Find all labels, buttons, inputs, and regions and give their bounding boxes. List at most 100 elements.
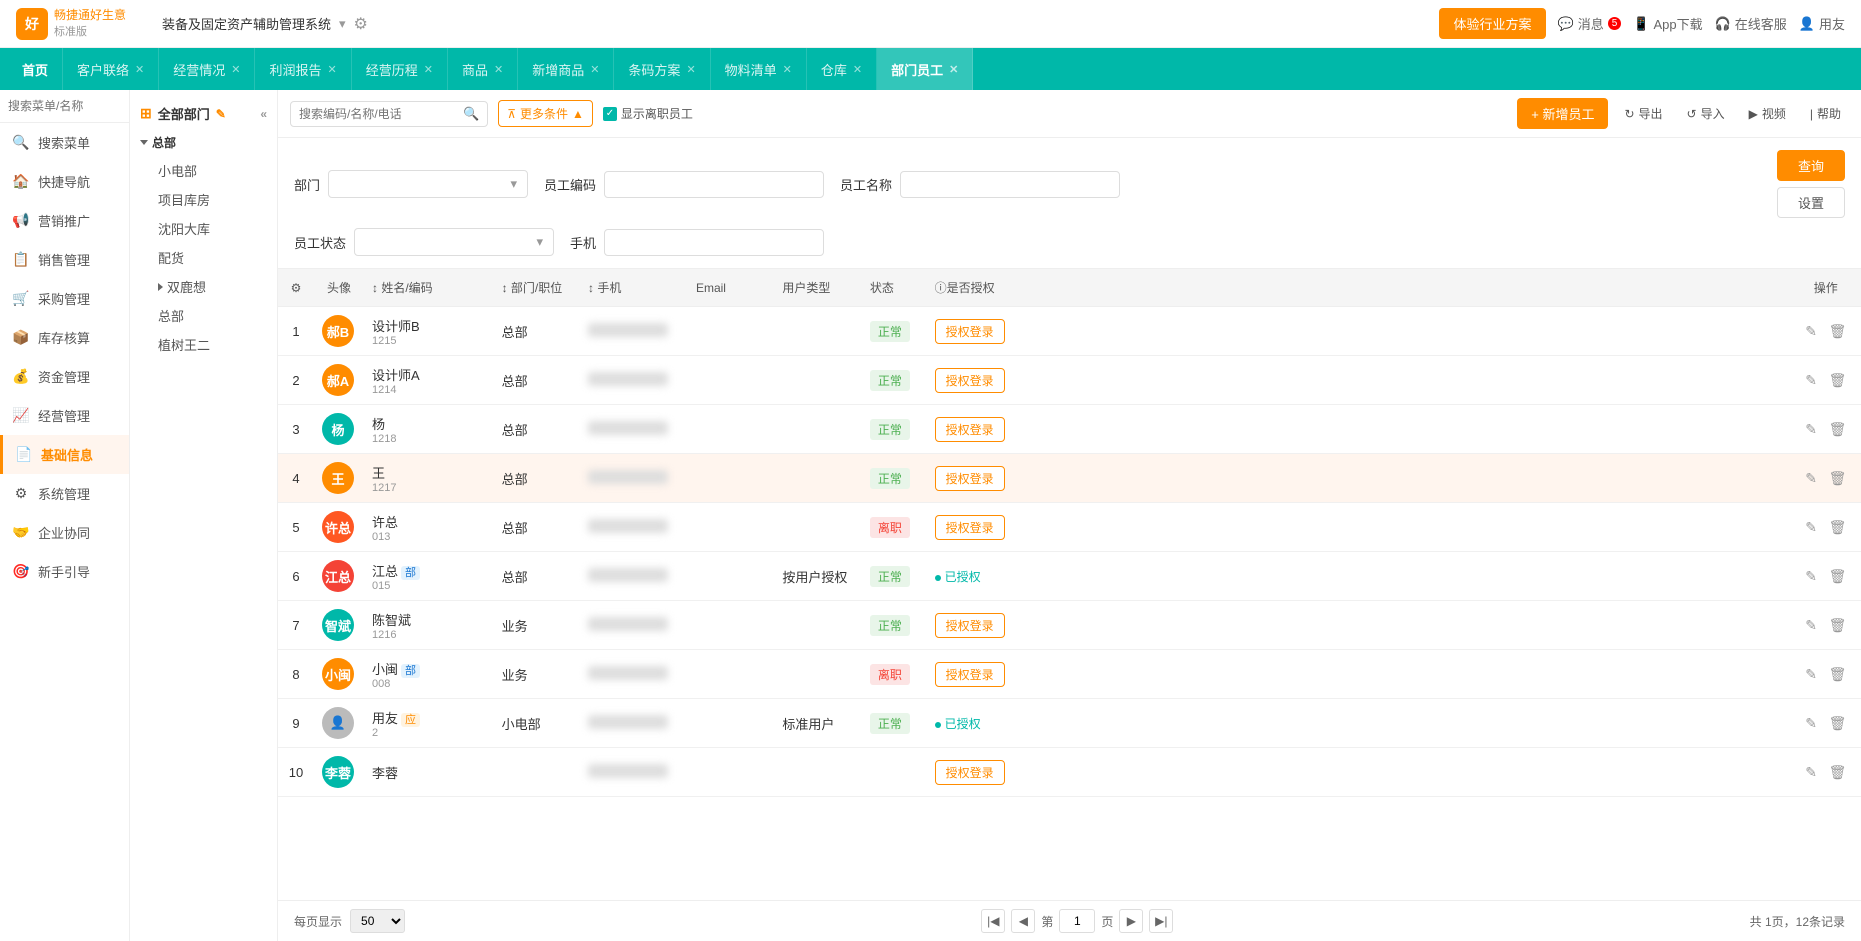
- add-employee-button[interactable]: + 新增员工: [1517, 98, 1608, 129]
- next-page-btn[interactable]: ▶: [1119, 909, 1143, 933]
- delete-btn[interactable]: 🗑: [1825, 713, 1851, 733]
- tab-close-icon[interactable]: ✕: [949, 63, 958, 76]
- sidebar-item-collab[interactable]: 🤝 企业协同: [0, 513, 129, 552]
- dept-item-project[interactable]: 项目库房: [158, 185, 277, 214]
- edit-btn[interactable]: ✎: [1801, 615, 1821, 635]
- sidebar-item-sales[interactable]: 📋 销售管理: [0, 240, 129, 279]
- dept-item-shuanglu[interactable]: 双鹿想: [158, 272, 277, 301]
- auth-login-btn[interactable]: 授权登录: [935, 515, 1005, 540]
- dept-item-peihuo[interactable]: 配货: [158, 243, 277, 272]
- edit-btn[interactable]: ✎: [1801, 566, 1821, 586]
- col-dept[interactable]: ↕ 部门/职位: [494, 269, 580, 307]
- delete-btn[interactable]: 🗑: [1825, 370, 1851, 390]
- delete-btn[interactable]: 🗑: [1825, 321, 1851, 341]
- sidebar-item-system[interactable]: ⚙ 系统管理: [0, 474, 129, 513]
- tab-dept-employee[interactable]: 部门员工 ✕: [877, 48, 973, 90]
- delete-btn[interactable]: 🗑: [1825, 615, 1851, 635]
- sidebar-item-purchase[interactable]: 🛒 采购管理: [0, 279, 129, 318]
- help-btn[interactable]: | 帮助: [1802, 101, 1849, 126]
- delete-btn[interactable]: 🗑: [1825, 468, 1851, 488]
- delete-btn[interactable]: 🗑: [1825, 566, 1851, 586]
- dept-section-zonbu[interactable]: 总部: [130, 129, 277, 156]
- last-page-btn[interactable]: ▶|: [1149, 909, 1173, 933]
- sidebar-item-finance[interactable]: 💰 资金管理: [0, 357, 129, 396]
- delete-btn[interactable]: 🗑: [1825, 664, 1851, 684]
- page-number-input[interactable]: [1059, 909, 1095, 933]
- tab-warehouse[interactable]: 仓库 ✕: [807, 48, 877, 90]
- tab-customer[interactable]: 客户联络 ✕: [63, 48, 159, 90]
- status-select[interactable]: ▾: [354, 228, 554, 256]
- tab-operation[interactable]: 经营情况 ✕: [159, 48, 255, 90]
- auth-login-btn[interactable]: 授权登录: [935, 368, 1005, 393]
- edit-btn[interactable]: ✎: [1801, 321, 1821, 341]
- tab-close-icon[interactable]: ✕: [783, 63, 792, 76]
- message-btn[interactable]: 💬 消息 5: [1558, 14, 1622, 33]
- auth-login-btn[interactable]: 授权登录: [935, 319, 1005, 344]
- auth-login-btn[interactable]: 授权登录: [935, 417, 1005, 442]
- tab-close-icon[interactable]: ✕: [590, 63, 599, 76]
- tab-bom[interactable]: 物料清单 ✕: [711, 48, 807, 90]
- dept-item-xiaodian[interactable]: 小电部: [158, 156, 277, 185]
- edit-btn[interactable]: ✎: [1801, 370, 1821, 390]
- delete-btn[interactable]: 🗑: [1825, 517, 1851, 537]
- dept-item-shenyang[interactable]: 沈阳大库: [158, 214, 277, 243]
- emp-code-input[interactable]: [604, 171, 824, 198]
- delete-btn[interactable]: 🗑: [1825, 419, 1851, 439]
- dept-edit-icon[interactable]: ✎: [216, 107, 226, 121]
- sidebar-item-search[interactable]: 🔍 搜索菜单: [0, 123, 129, 162]
- online-service-btn[interactable]: 🎧 在线客服: [1715, 14, 1787, 33]
- first-page-btn[interactable]: |◀: [981, 909, 1005, 933]
- tab-profit[interactable]: 利润报告 ✕: [255, 48, 351, 90]
- col-name[interactable]: ↕ 姓名/编码: [364, 269, 494, 307]
- import-btn[interactable]: ↺ 导入: [1679, 101, 1733, 126]
- emp-search-icon[interactable]: 🔍: [463, 106, 479, 122]
- more-filter-btn[interactable]: ⊼ 更多条件 ▲: [498, 100, 593, 127]
- dropdown-arrow-icon[interactable]: ▾: [339, 16, 346, 32]
- view-btn[interactable]: ▶ 视频: [1741, 101, 1794, 126]
- dept-item-zongbu2[interactable]: 总部: [158, 301, 277, 330]
- trial-button[interactable]: 体验行业方案: [1439, 8, 1545, 39]
- show-dimission-checkbox[interactable]: ✓ 显示离职员工: [603, 105, 693, 122]
- edit-btn[interactable]: ✎: [1801, 468, 1821, 488]
- col-phone[interactable]: ↕ 手机: [580, 269, 688, 307]
- auth-login-btn[interactable]: 授权登录: [935, 662, 1005, 687]
- tab-close-icon[interactable]: ✕: [494, 63, 503, 76]
- edit-btn[interactable]: ✎: [1801, 713, 1821, 733]
- tab-close-icon[interactable]: ✕: [231, 63, 240, 76]
- app-download-btn[interactable]: 📱 App下载: [1633, 14, 1702, 33]
- tab-close-icon[interactable]: ✕: [328, 63, 337, 76]
- tab-close-icon[interactable]: ✕: [686, 63, 695, 76]
- edit-btn[interactable]: ✎: [1801, 419, 1821, 439]
- sidebar-item-guide[interactable]: 🎯 新手引导: [0, 552, 129, 591]
- dept-select[interactable]: ▾: [328, 170, 528, 198]
- sidebar-item-inventory[interactable]: 📦 库存核算: [0, 318, 129, 357]
- phone-input[interactable]: [604, 229, 824, 256]
- emp-search-input[interactable]: [299, 107, 459, 121]
- prev-page-btn[interactable]: ◀: [1011, 909, 1035, 933]
- search-menu-input[interactable]: [8, 99, 130, 113]
- auth-login-btn[interactable]: 授权登录: [935, 760, 1005, 785]
- tab-barcode[interactable]: 条码方案 ✕: [614, 48, 710, 90]
- sidebar-item-quicknav[interactable]: 🏠 快捷导航: [0, 162, 129, 201]
- auth-login-btn[interactable]: 授权登录: [935, 613, 1005, 638]
- sidebar-item-basic[interactable]: 📄 基础信息: [0, 435, 129, 474]
- tab-close-icon[interactable]: ✕: [424, 63, 433, 76]
- edit-btn[interactable]: ✎: [1801, 664, 1821, 684]
- delete-btn[interactable]: 🗑: [1825, 762, 1851, 782]
- auth-login-btn[interactable]: 授权登录: [935, 466, 1005, 491]
- dept-item-zhushu[interactable]: 植树王二: [158, 330, 277, 359]
- edit-btn[interactable]: ✎: [1801, 762, 1821, 782]
- dept-collapse-icon[interactable]: «: [260, 107, 267, 121]
- sidebar-item-management[interactable]: 📈 经营管理: [0, 396, 129, 435]
- tab-close-icon[interactable]: ✕: [135, 63, 144, 76]
- query-button[interactable]: 查询: [1777, 150, 1845, 181]
- export-btn[interactable]: ↻ 导出: [1616, 101, 1670, 126]
- edit-btn[interactable]: ✎: [1801, 517, 1821, 537]
- user-btn[interactable]: 👤 用友: [1799, 14, 1845, 33]
- tab-home[interactable]: 首页: [8, 48, 63, 90]
- tab-close-icon[interactable]: ✕: [853, 63, 862, 76]
- tab-history[interactable]: 经营历程 ✕: [352, 48, 448, 90]
- settings-icon[interactable]: ⚙: [354, 14, 368, 34]
- sidebar-item-marketing[interactable]: 📢 营销推广: [0, 201, 129, 240]
- tab-goods[interactable]: 商品 ✕: [448, 48, 518, 90]
